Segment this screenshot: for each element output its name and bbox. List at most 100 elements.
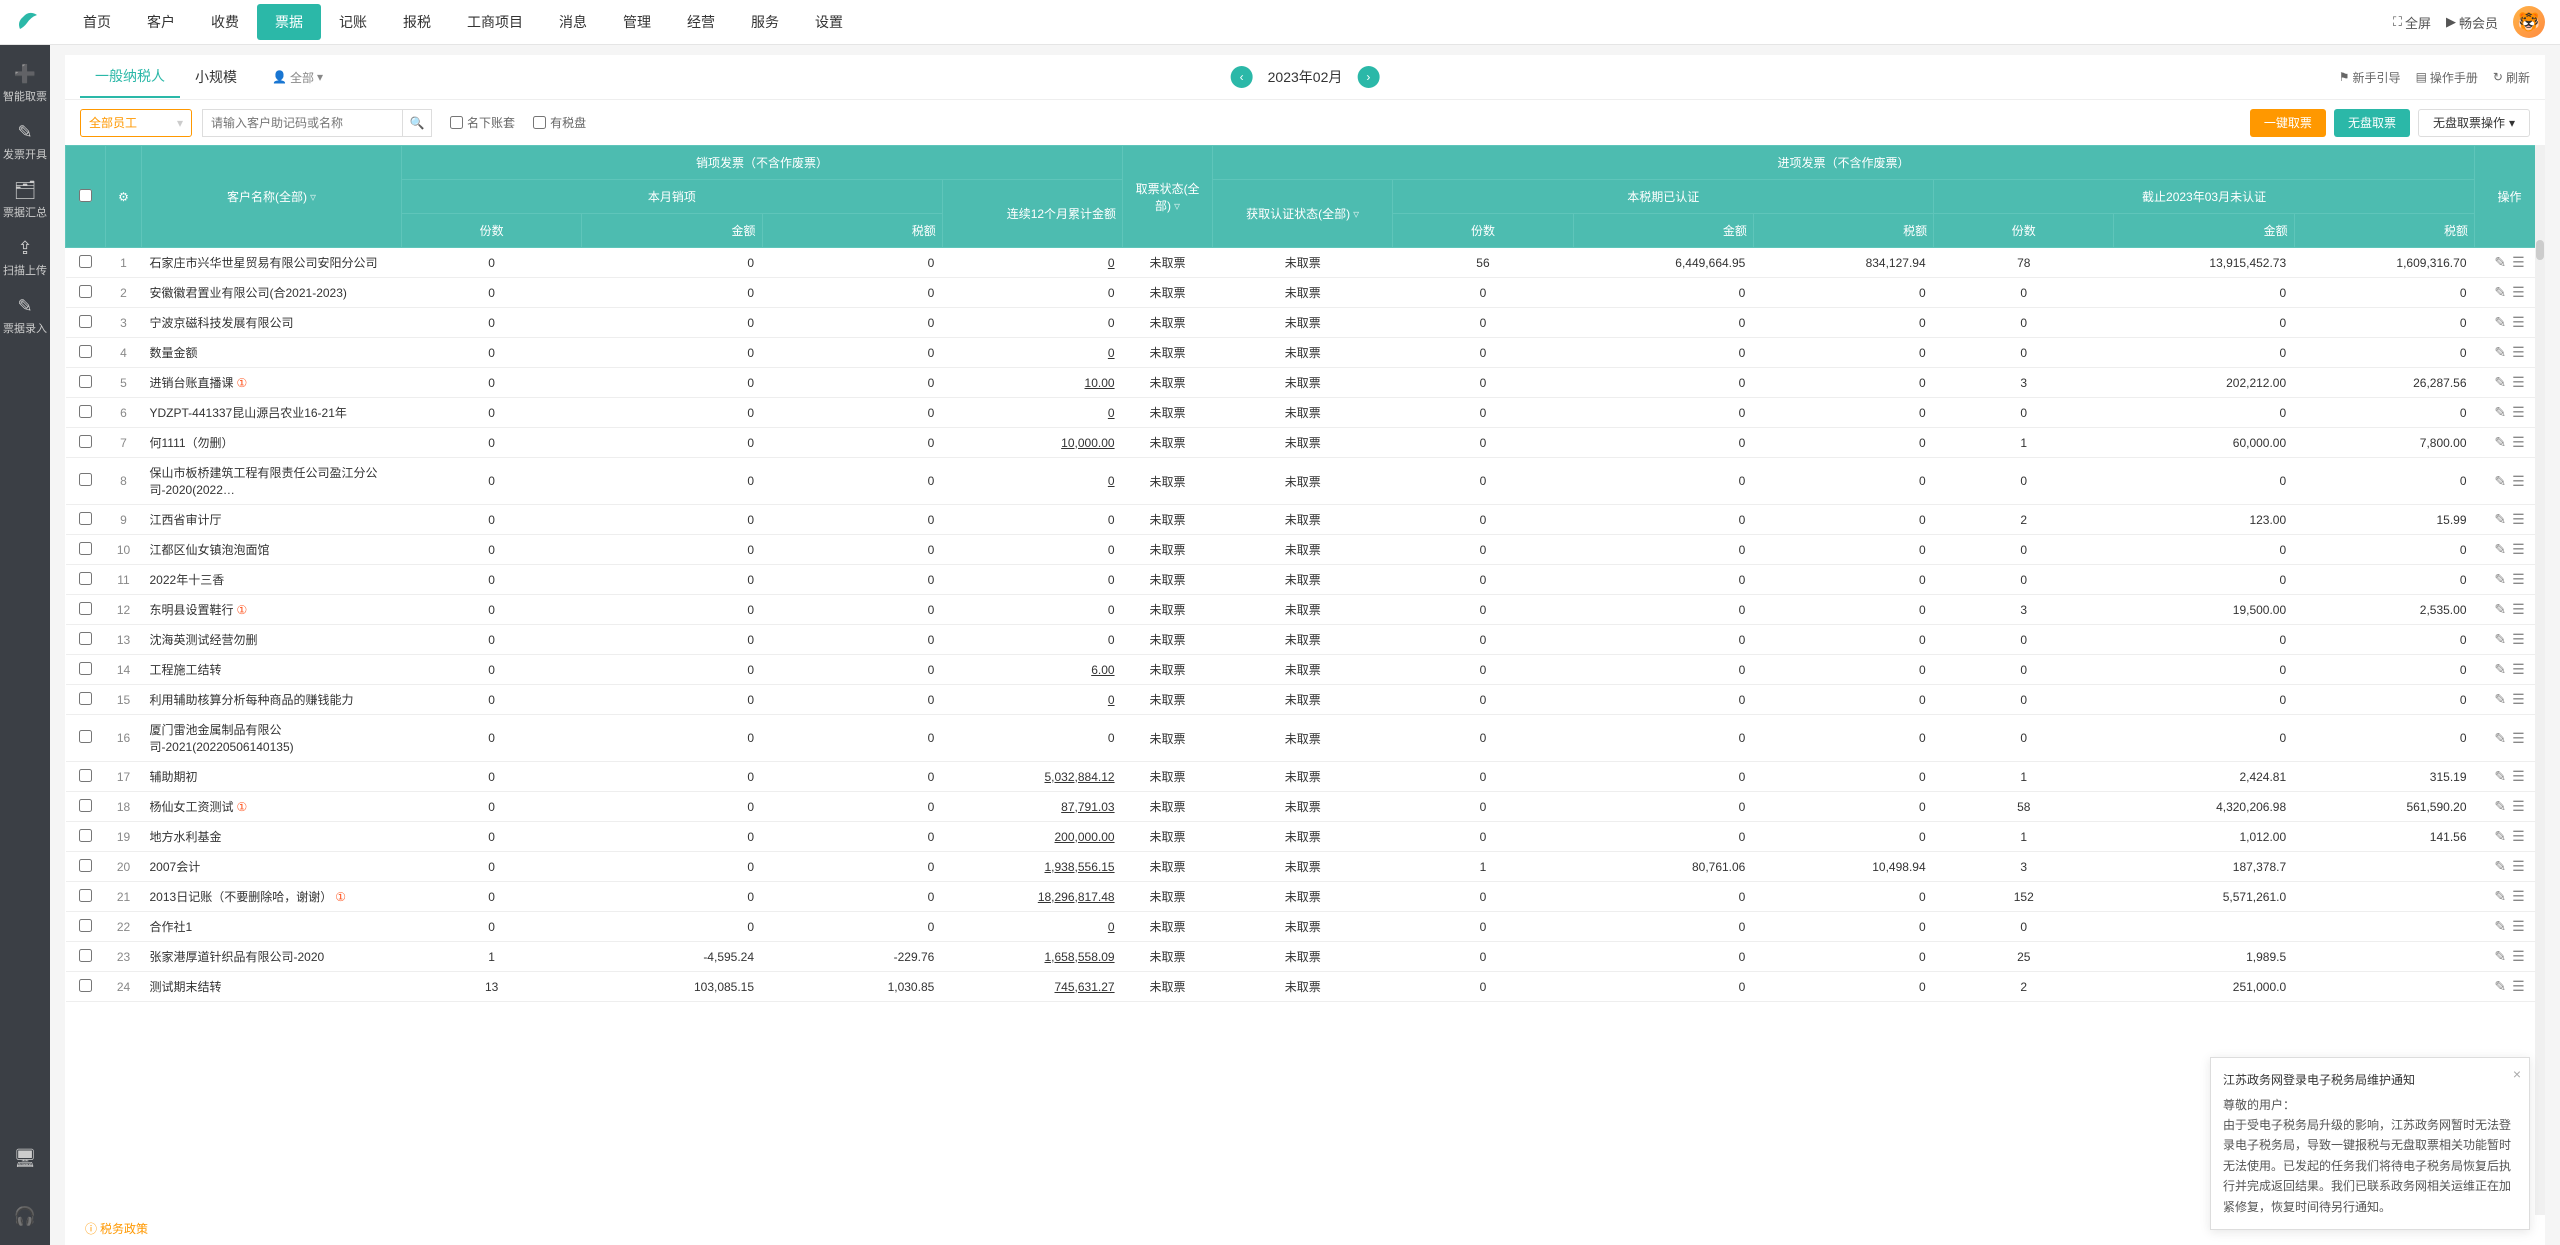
sidebar-bottom-item-0[interactable]: 🖥 <box>0 1129 50 1187</box>
view-row-button[interactable]: ☰ <box>2512 473 2525 489</box>
row-checkbox[interactable] <box>79 315 92 328</box>
view-row-button[interactable]: ☰ <box>2512 284 2525 300</box>
next-month-button[interactable]: › <box>1357 66 1379 88</box>
edit-row-button[interactable]: ✎ <box>2494 541 2506 557</box>
name-account-checkbox[interactable]: 名下账套 <box>450 114 515 131</box>
sidebar-item-4[interactable]: ✎票据录入 <box>0 287 50 345</box>
manual-link[interactable]: ▤操作手册 <box>2416 69 2478 86</box>
nav-item-5[interactable]: 报税 <box>385 4 449 40</box>
cumulative-link[interactable]: 0 <box>1108 693 1115 707</box>
customer-name-cell[interactable]: 宁波京磁科技发展有限公司 <box>142 308 402 338</box>
customer-name-cell[interactable]: 数量金额 <box>142 338 402 368</box>
onekey-fetch-button[interactable]: 一键取票 <box>2250 109 2326 137</box>
row-checkbox[interactable] <box>79 692 92 705</box>
cumulative-link[interactable]: 0 <box>1108 256 1115 270</box>
cumulative-link[interactable]: 1,938,556.15 <box>1044 860 1114 874</box>
customer-name-cell[interactable]: 测试期末结转 <box>142 972 402 1002</box>
view-row-button[interactable]: ☰ <box>2512 404 2525 420</box>
sidebar-item-1[interactable]: ✎发票开具 <box>0 113 50 171</box>
edit-row-button[interactable]: ✎ <box>2494 798 2506 814</box>
row-checkbox[interactable] <box>79 285 92 298</box>
customer-name-cell[interactable]: 厦门雷池金属制品有限公司-2021(20220506140135) <box>142 715 402 762</box>
edit-row-button[interactable]: ✎ <box>2494 730 2506 746</box>
customer-name-cell[interactable]: 何1111（勿删） <box>142 428 402 458</box>
view-row-button[interactable]: ☰ <box>2512 314 2525 330</box>
customer-name-cell[interactable]: 2013日记账（不要删除哈，谢谢）① <box>142 882 402 912</box>
table-settings-button[interactable]: ⚙ <box>106 146 142 248</box>
nav-item-11[interactable]: 设置 <box>797 4 861 40</box>
view-row-button[interactable]: ☰ <box>2512 798 2525 814</box>
view-row-button[interactable]: ☰ <box>2512 918 2525 934</box>
nav-item-8[interactable]: 管理 <box>605 4 669 40</box>
cumulative-link[interactable]: 10.00 <box>1085 376 1115 390</box>
row-checkbox[interactable] <box>79 632 92 645</box>
edit-row-button[interactable]: ✎ <box>2494 978 2506 994</box>
sidebar-item-0[interactable]: ➕智能取票 <box>0 55 50 113</box>
cumulative-link[interactable]: 0 <box>1108 346 1115 360</box>
customer-name-cell[interactable]: 2007会计 <box>142 852 402 882</box>
tab-small-scale[interactable]: 小规模 <box>180 57 252 97</box>
cumulative-link[interactable]: 1,658,558.09 <box>1044 950 1114 964</box>
member-button[interactable]: ▶畅会员 <box>2446 13 2498 32</box>
view-row-button[interactable]: ☰ <box>2512 661 2525 677</box>
edit-row-button[interactable]: ✎ <box>2494 691 2506 707</box>
view-row-button[interactable]: ☰ <box>2512 888 2525 904</box>
vertical-scrollbar[interactable] <box>2535 145 2545 1215</box>
view-row-button[interactable]: ☰ <box>2512 858 2525 874</box>
filter-icon[interactable]: ▿ <box>310 190 316 204</box>
cumulative-link[interactable]: 6.00 <box>1091 663 1114 677</box>
view-row-button[interactable]: ☰ <box>2512 948 2525 964</box>
edit-row-button[interactable]: ✎ <box>2494 284 2506 300</box>
customer-name-cell[interactable]: 张家港厚道针织品有限公司-2020 <box>142 942 402 972</box>
view-row-button[interactable]: ☰ <box>2512 730 2525 746</box>
row-checkbox[interactable] <box>79 919 92 932</box>
nodisk-fetch-button[interactable]: 无盘取票 <box>2334 109 2410 137</box>
view-row-button[interactable]: ☰ <box>2512 631 2525 647</box>
row-checkbox[interactable] <box>79 572 92 585</box>
customer-search-input[interactable] <box>202 109 402 137</box>
cumulative-link[interactable]: 0 <box>1108 406 1115 420</box>
edit-row-button[interactable]: ✎ <box>2494 404 2506 420</box>
row-checkbox[interactable] <box>79 979 92 992</box>
view-row-button[interactable]: ☰ <box>2512 978 2525 994</box>
nav-item-9[interactable]: 经营 <box>669 4 733 40</box>
edit-row-button[interactable]: ✎ <box>2494 511 2506 527</box>
cumulative-link[interactable]: 200,000.00 <box>1055 830 1115 844</box>
edit-row-button[interactable]: ✎ <box>2494 434 2506 450</box>
customer-name-cell[interactable]: 石家庄市兴华世星贸易有限公司安阳分公司 <box>142 248 402 278</box>
customer-name-cell[interactable]: 江西省审计厅 <box>142 505 402 535</box>
cumulative-link[interactable]: 745,631.27 <box>1055 980 1115 994</box>
cumulative-link[interactable]: 10,000.00 <box>1061 436 1114 450</box>
view-row-button[interactable]: ☰ <box>2512 254 2525 270</box>
cumulative-link[interactable]: 18,296,817.48 <box>1038 890 1115 904</box>
edit-row-button[interactable]: ✎ <box>2494 631 2506 647</box>
row-checkbox[interactable] <box>79 473 92 486</box>
nav-item-3[interactable]: 票据 <box>257 4 321 40</box>
customer-name-cell[interactable]: 利用辅助核算分析每种商品的赚钱能力 <box>142 685 402 715</box>
customer-name-cell[interactable]: 进销台账直播课① <box>142 368 402 398</box>
user-avatar[interactable]: 🐯 <box>2513 6 2545 38</box>
edit-row-button[interactable]: ✎ <box>2494 254 2506 270</box>
customer-name-cell[interactable]: 江都区仙女镇泡泡面馆 <box>142 535 402 565</box>
nodisk-ops-dropdown[interactable]: 无盘取票操作▾ <box>2418 109 2530 137</box>
edit-row-button[interactable]: ✎ <box>2494 344 2506 360</box>
view-row-button[interactable]: ☰ <box>2512 434 2525 450</box>
filter-icon[interactable]: ▿ <box>1174 199 1180 213</box>
has-disk-checkbox[interactable]: 有税盘 <box>533 114 586 131</box>
edit-row-button[interactable]: ✎ <box>2494 314 2506 330</box>
view-row-button[interactable]: ☰ <box>2512 344 2525 360</box>
customer-name-cell[interactable]: 安徽徽君置业有限公司(合2021-2023) <box>142 278 402 308</box>
nav-item-4[interactable]: 记账 <box>321 4 385 40</box>
row-checkbox[interactable] <box>79 799 92 812</box>
row-checkbox[interactable] <box>79 662 92 675</box>
row-checkbox[interactable] <box>79 859 92 872</box>
row-checkbox[interactable] <box>79 405 92 418</box>
view-row-button[interactable]: ☰ <box>2512 601 2525 617</box>
edit-row-button[interactable]: ✎ <box>2494 571 2506 587</box>
view-row-button[interactable]: ☰ <box>2512 691 2525 707</box>
sidebar-item-3[interactable]: ⇪扫描上传 <box>0 229 50 287</box>
customer-name-cell[interactable]: YDZPT-441337昆山源吕农业16-21年 <box>142 398 402 428</box>
row-checkbox[interactable] <box>79 769 92 782</box>
edit-row-button[interactable]: ✎ <box>2494 858 2506 874</box>
edit-row-button[interactable]: ✎ <box>2494 828 2506 844</box>
